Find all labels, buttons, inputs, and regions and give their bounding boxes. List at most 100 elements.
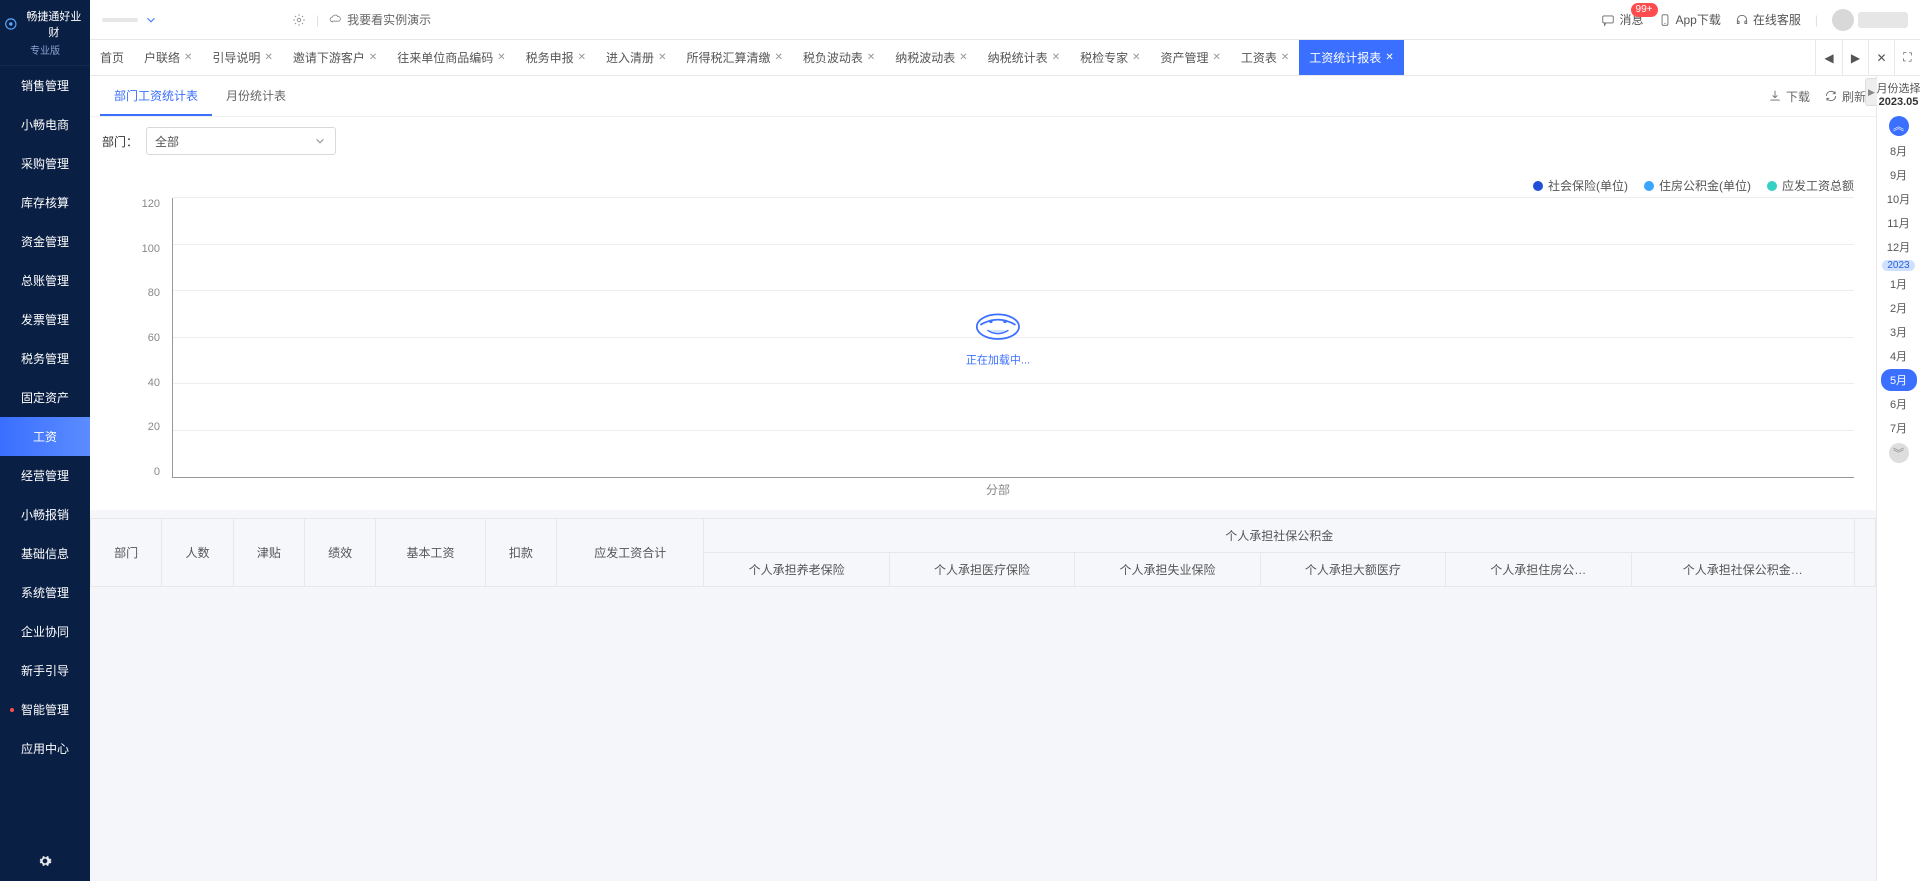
table-header: 部门 bbox=[91, 519, 162, 587]
page-tab[interactable]: 往来单位商品编码✕ bbox=[387, 40, 515, 75]
legend-item[interactable]: 社会保险(单位) bbox=[1533, 177, 1628, 194]
messages-badge: 99+ bbox=[1631, 3, 1658, 17]
brand-edition: 专业版 bbox=[4, 42, 86, 57]
page-tab[interactable]: 资产管理✕ bbox=[1150, 40, 1230, 75]
sidebar-item[interactable]: 系统管理 bbox=[0, 573, 90, 612]
month-option[interactable]: 3月 bbox=[1881, 321, 1917, 343]
sidebar-item[interactable]: 应用中心 bbox=[0, 729, 90, 768]
month-panel-current: 2023.05 bbox=[1879, 96, 1919, 108]
sidebar-item[interactable]: 基础信息 bbox=[0, 534, 90, 573]
sidebar-item[interactable]: 固定资产 bbox=[0, 378, 90, 417]
page-tab[interactable]: 引导说明✕ bbox=[202, 40, 282, 75]
table-header: 人数 bbox=[162, 519, 233, 587]
page-tab[interactable]: 纳税波动表✕ bbox=[885, 40, 977, 75]
cloud-icon bbox=[329, 13, 343, 27]
month-option[interactable]: 10月 bbox=[1881, 188, 1917, 210]
table-subheader: 个人承担社保公积金… bbox=[1631, 553, 1855, 587]
tabs-next-button[interactable]: ▶ bbox=[1842, 40, 1868, 75]
page-tab[interactable]: 户联络✕ bbox=[134, 40, 202, 75]
page-tab[interactable]: 税务申报✕ bbox=[516, 40, 596, 75]
legend-item[interactable]: 应发工资总额 bbox=[1767, 177, 1854, 194]
month-option[interactable]: 7月 bbox=[1881, 417, 1917, 439]
page-tab[interactable]: 税负波动表✕ bbox=[793, 40, 885, 75]
tab-close-icon[interactable]: ✕ bbox=[369, 52, 377, 63]
tab-close-icon[interactable]: ✕ bbox=[1052, 52, 1060, 63]
month-option[interactable]: 12月 bbox=[1881, 236, 1917, 258]
tab-close-icon[interactable]: ✕ bbox=[959, 52, 967, 63]
sidebar-item[interactable]: 库存核算 bbox=[0, 183, 90, 222]
page-tab[interactable]: 税检专家✕ bbox=[1070, 40, 1150, 75]
month-next-button[interactable]: ︾ bbox=[1889, 443, 1909, 463]
customer-service-button[interactable]: 在线客服 bbox=[1735, 11, 1801, 28]
tab-close-icon[interactable]: ✕ bbox=[497, 52, 505, 63]
tab-close-icon[interactable]: ✕ bbox=[1213, 52, 1221, 63]
month-option[interactable]: 2月 bbox=[1881, 297, 1917, 319]
tab-close-icon[interactable]: ✕ bbox=[867, 52, 875, 63]
month-option[interactable]: 6月 bbox=[1881, 393, 1917, 415]
page-tab[interactable]: 邀请下游客户✕ bbox=[283, 40, 387, 75]
tab-close-icon[interactable]: ✕ bbox=[1281, 52, 1289, 63]
download-button[interactable]: 下载 bbox=[1768, 88, 1810, 105]
sidebar-settings[interactable] bbox=[0, 844, 90, 881]
sidebar-item[interactable]: 发票管理 bbox=[0, 300, 90, 339]
page-tab[interactable]: 所得税汇算清缴✕ bbox=[676, 40, 792, 75]
sidebar-item[interactable]: 销售管理 bbox=[0, 66, 90, 105]
user-menu[interactable] bbox=[1832, 9, 1908, 31]
table-subheader: 个人承担住房公… bbox=[1446, 553, 1631, 587]
month-option[interactable]: 8月 bbox=[1881, 140, 1917, 162]
sidebar-item[interactable]: 小畅报销 bbox=[0, 495, 90, 534]
dept-select[interactable]: 全部 bbox=[146, 127, 336, 155]
org-selector[interactable] bbox=[102, 13, 282, 27]
sidebar-item[interactable]: 税务管理 bbox=[0, 339, 90, 378]
page-tab[interactable]: 工资统计报表✕ bbox=[1299, 40, 1403, 75]
sidebar-item[interactable]: 总账管理 bbox=[0, 261, 90, 300]
tab-close-icon[interactable]: ✕ bbox=[184, 52, 192, 63]
tab-close-icon[interactable]: ✕ bbox=[1132, 52, 1140, 63]
sidebar-item[interactable]: 工资 bbox=[0, 417, 90, 456]
page-tab[interactable]: 纳税统计表✕ bbox=[978, 40, 1070, 75]
sidebar-item[interactable]: 新手引导 bbox=[0, 651, 90, 690]
sidebar-item[interactable]: 采购管理 bbox=[0, 144, 90, 183]
month-option[interactable]: 5月 bbox=[1881, 369, 1917, 391]
loading-icon bbox=[971, 299, 1025, 343]
tabs-prev-button[interactable]: ◀ bbox=[1816, 40, 1842, 75]
month-panel-title: 月份选择 bbox=[1877, 80, 1920, 96]
page-tab[interactable]: 工资表✕ bbox=[1231, 40, 1299, 75]
month-option[interactable]: 11月 bbox=[1881, 212, 1917, 234]
tab-close-icon[interactable]: ✕ bbox=[774, 52, 782, 63]
messages-button[interactable]: 消息 99+ bbox=[1601, 11, 1643, 28]
month-option[interactable]: 4月 bbox=[1881, 345, 1917, 367]
download-icon bbox=[1768, 89, 1782, 103]
month-option[interactable]: 9月 bbox=[1881, 164, 1917, 186]
chart-x-label: 分部 bbox=[986, 481, 1010, 498]
chart-loading: 正在加载中... bbox=[966, 299, 1030, 368]
brand-icon bbox=[4, 17, 18, 31]
tab-close-icon[interactable]: ✕ bbox=[658, 52, 666, 63]
tabs-close-button[interactable]: ✕ bbox=[1868, 40, 1894, 75]
sub-tab[interactable]: 月份统计表 bbox=[212, 77, 300, 116]
tab-close-icon[interactable]: ✕ bbox=[578, 52, 586, 63]
table-header: 基本工资 bbox=[376, 519, 485, 587]
month-panel-collapse[interactable]: ▶ bbox=[1865, 78, 1877, 106]
page-tab[interactable]: 进入清册✕ bbox=[596, 40, 676, 75]
sidebar-item[interactable]: 小畅电商 bbox=[0, 105, 90, 144]
table-header: 应发工资合计 bbox=[557, 519, 704, 587]
tab-close-icon[interactable]: ✕ bbox=[264, 52, 272, 63]
page-tab[interactable]: 首页 bbox=[90, 40, 134, 75]
refresh-button[interactable]: 刷新 bbox=[1824, 88, 1866, 105]
demo-link[interactable]: 我要看实例演示 bbox=[329, 11, 431, 28]
legend-item[interactable]: 住房公积金(单位) bbox=[1644, 177, 1751, 194]
sidebar-item[interactable]: 资金管理 bbox=[0, 222, 90, 261]
chart-card: 社会保险(单位)住房公积金(单位)应发工资总额 120100806040200 … bbox=[90, 165, 1876, 510]
gear-icon[interactable] bbox=[292, 13, 306, 27]
month-prev-button[interactable]: ︽ bbox=[1889, 116, 1909, 136]
month-option[interactable]: 1月 bbox=[1881, 273, 1917, 295]
fullscreen-button[interactable]: ⛶ bbox=[1894, 40, 1920, 75]
tab-close-icon[interactable]: ✕ bbox=[1385, 52, 1393, 63]
sub-tab[interactable]: 部门工资统计表 bbox=[100, 77, 212, 116]
sidebar-item[interactable]: 企业协同 bbox=[0, 612, 90, 651]
app-download-button[interactable]: App下载 bbox=[1658, 11, 1721, 28]
sidebar-item[interactable]: 经营管理 bbox=[0, 456, 90, 495]
table-subheader: 个人承担大额医疗 bbox=[1260, 553, 1445, 587]
sidebar-item[interactable]: 智能管理 bbox=[0, 690, 90, 729]
